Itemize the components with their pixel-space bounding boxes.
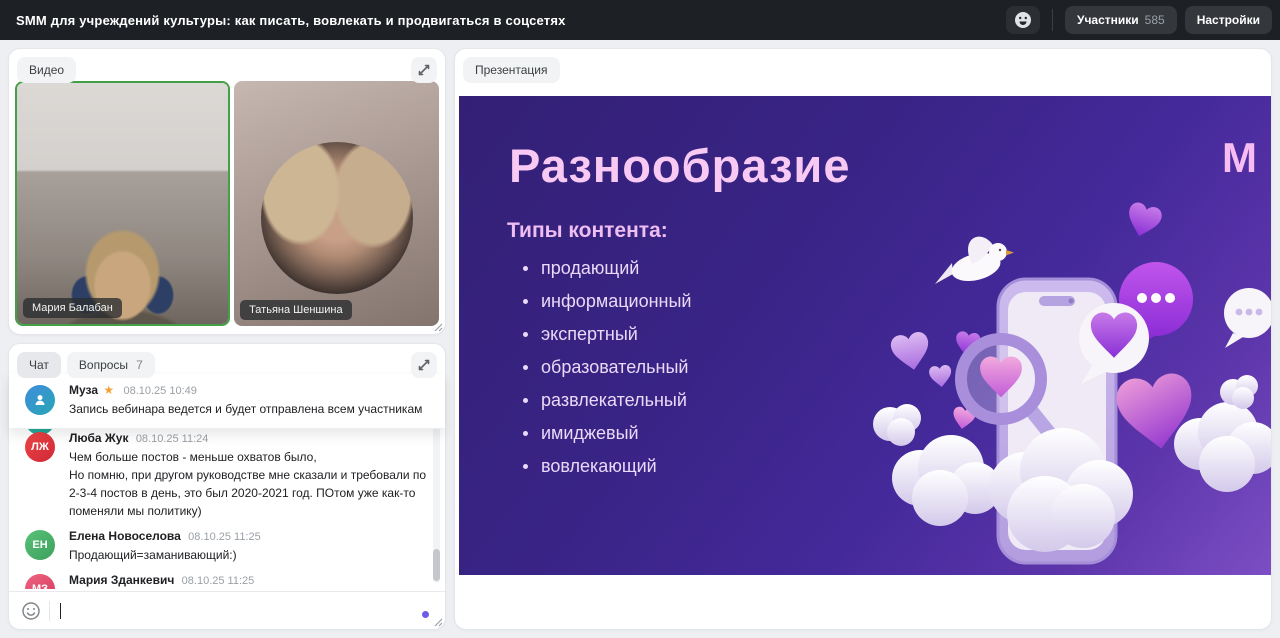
message-time: 08.10.25 11:24 (135, 433, 209, 445)
settings-button[interactable]: Настройки (1184, 6, 1272, 34)
slide-bullet-list: продающий информационный экспертный обра… (523, 258, 691, 489)
participants-label: Участники (1076, 13, 1139, 27)
like-bubble-illustration (1079, 303, 1149, 384)
resize-handle-icon[interactable] (433, 617, 443, 627)
video-panel: Видео Мария Балабан Татьяна Шеншина (8, 48, 446, 335)
webcam-feed (17, 83, 229, 324)
tab-presentation[interactable]: Презентация (463, 57, 560, 83)
avatar-muza (25, 385, 55, 415)
questions-count-badge: 7 (136, 358, 143, 372)
message-header: Люба Жук 08.10.25 11:24 (69, 431, 429, 445)
video-tile-maria-balaban[interactable]: Мария Балабан (15, 81, 231, 326)
smiley-icon (1014, 12, 1031, 28)
video-tiles: Мария Балабан Татьяна Шеншина (15, 81, 439, 326)
pinned-message-text: Запись вебинара ведется и будет отправле… (69, 402, 423, 416)
message-text: Продающий=заманивающий:) (69, 548, 237, 562)
message-header: Мария Зданкевич 08.10.25 11:25 (69, 573, 429, 587)
slide: Разнообразие Типы контента: продающий ин… (459, 96, 1271, 575)
participant-photo (234, 81, 439, 326)
topbar-divider (1051, 9, 1053, 31)
message-text: Но помню, при другом руководстве мне ска… (69, 468, 427, 518)
tab-questions-label: Вопросы (78, 358, 129, 372)
notification-dot (422, 611, 429, 618)
pinned-message[interactable]: Муза ★ 08.10.25 10:49 Запись вебинара ве… (9, 374, 445, 429)
tab-video[interactable]: Видео (17, 57, 77, 83)
chat-panel: Чат Вопросы 7 Муза ★ 08.10.25 10:49 Запи… (8, 343, 446, 630)
participant-name-badge: Татьяна Шеншина (240, 300, 352, 320)
chat-input-bar[interactable] (9, 591, 445, 629)
presentation-panel-header: Презентация (463, 57, 560, 83)
chat-message: ЕН Елена Новоселова 08.10.25 11:25 Прода… (25, 529, 429, 573)
pinned-message-header: Муза ★ 08.10.25 10:49 (69, 383, 429, 397)
slide-bullet: развлекательный (523, 390, 691, 410)
message-author: Мария Зданкевич (69, 573, 175, 587)
slide-bullet: экспертный (523, 324, 691, 344)
chat-expand-button[interactable] (411, 352, 437, 378)
message-header: Елена Новоселова 08.10.25 11:25 (69, 529, 429, 543)
topbar-controls: Участники 585 Настройки (1005, 6, 1272, 34)
slide-title: Разнообразие (509, 139, 851, 192)
emoji-picker-icon[interactable] (21, 601, 41, 621)
video-tile-tatiana-shenshina[interactable]: Татьяна Шеншина (234, 81, 439, 326)
message-time: 08.10.25 11:25 (188, 531, 261, 543)
tab-questions[interactable]: Вопросы 7 (66, 352, 155, 378)
text-cursor (60, 602, 61, 619)
slide-bullet: информационный (523, 291, 691, 311)
slide-subtitle: Типы контента: (507, 219, 668, 242)
presentation-panel: Презентация Разнообразие Типы контента: … (454, 48, 1272, 630)
dots-bubble-illustration (1224, 288, 1271, 348)
avatar: ЛЖ (25, 432, 55, 462)
message-author: Елена Новоселова (69, 529, 181, 543)
chat-message: МЗ Мария Зданкевич 08.10.25 11:25 Добрый… (25, 573, 429, 589)
slide-bullet: продающий (523, 258, 691, 278)
video-panel-header: Видео (17, 57, 77, 83)
dove-illustration (935, 236, 1014, 284)
expand-icon (418, 359, 430, 371)
tab-chat[interactable]: Чат (17, 352, 61, 378)
participants-button[interactable]: Участники 585 (1064, 6, 1177, 34)
message-time: 08.10.25 10:49 (123, 385, 197, 397)
slide-bullet: образовательный (523, 357, 691, 377)
chat-scrollbar-thumb[interactable] (433, 549, 440, 581)
participant-name-badge: Мария Балабан (23, 298, 122, 318)
chat-panel-header: Чат Вопросы 7 (17, 352, 155, 378)
message-author: Люба Жук (69, 431, 129, 445)
message-author: Муза (69, 383, 98, 397)
avatar (260, 142, 413, 295)
person-icon (35, 395, 45, 405)
message-text: Чем больше постов - меньше охватов было, (69, 450, 317, 464)
input-divider (49, 600, 50, 621)
webinar-title: SMM для учреждений культуры: как писать,… (16, 12, 566, 28)
expand-icon (418, 64, 430, 76)
message-time: 08.10.25 11:25 (181, 575, 255, 587)
top-bar: SMM для учреждений культуры: как писать,… (0, 0, 1280, 40)
avatar: МЗ (25, 574, 55, 589)
reactions-button[interactable] (1005, 6, 1040, 34)
participants-count: 585 (1144, 13, 1165, 27)
chat-message: ЛЖ Люба Жук 08.10.25 11:24 Чем больше по… (25, 431, 429, 529)
resize-handle-icon[interactable] (433, 322, 443, 332)
slide-illustration (873, 200, 1271, 565)
chat-scrollbar[interactable] (433, 410, 440, 583)
star-icon: ★ (103, 383, 115, 397)
video-expand-button[interactable] (411, 57, 437, 83)
avatar: ЕН (25, 530, 55, 560)
chat-message-list[interactable]: Что значит продающий? ЛЖ Люба Жук 08.10.… (9, 404, 433, 589)
slide-bullet: вовлекающий (523, 456, 691, 476)
slide-bullet: имиджевый (523, 423, 691, 443)
